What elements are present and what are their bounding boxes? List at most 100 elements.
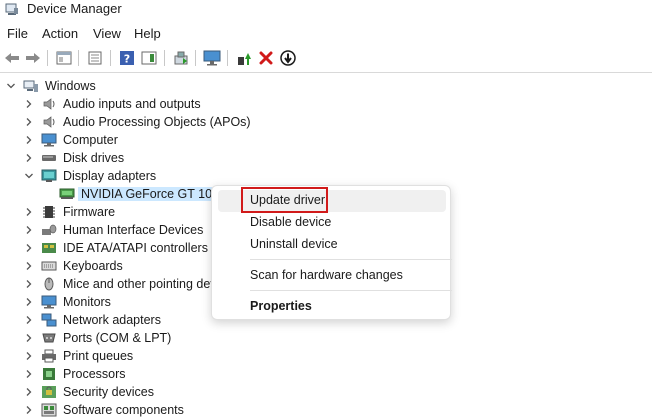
scan-hardware-icon[interactable]: [172, 49, 190, 67]
tree-item-firmware[interactable]: Firmware: [23, 203, 115, 221]
software-component-icon: [41, 403, 57, 417]
menu-action[interactable]: Action: [42, 26, 78, 41]
tree-item-computer[interactable]: Computer: [23, 131, 118, 149]
security-device-icon: [42, 386, 56, 398]
chevron-down-icon[interactable]: [5, 80, 17, 92]
tree-item-network-adapters[interactable]: Network adapters: [23, 311, 161, 329]
menu-separator: [250, 290, 452, 291]
chevron-right-icon[interactable]: [23, 332, 35, 344]
ide-controller-icon: [42, 243, 56, 253]
chevron-right-icon[interactable]: [23, 116, 35, 128]
window-title: Device Manager: [27, 1, 122, 16]
tree-item-label: Computer: [63, 133, 118, 147]
toolbar: ?: [0, 46, 652, 70]
tree-item-processors[interactable]: Processors: [23, 365, 126, 383]
tree-item-label: Print queues: [63, 349, 134, 363]
tree-item-label: Firmware: [63, 205, 116, 219]
chevron-right-icon[interactable]: [23, 206, 35, 218]
chevron-right-icon[interactable]: [23, 404, 35, 416]
tree-item-display-adapters[interactable]: Display adapters: [23, 167, 156, 185]
monitor-icon[interactable]: [203, 49, 221, 67]
tree-item-keyboards[interactable]: Keyboards: [23, 257, 123, 275]
menu-help[interactable]: Help: [134, 26, 161, 41]
keyboard-icon: [41, 261, 57, 271]
toolbar-separator: [227, 50, 228, 66]
chevron-right-icon[interactable]: [23, 296, 35, 308]
tree-item-print-queues[interactable]: Print queues: [23, 347, 133, 365]
chevron-right-icon[interactable]: [23, 224, 35, 236]
update-driver-menu-item[interactable]: Update driver: [250, 193, 325, 207]
tree-item-nvidia-geforce-gt-1030[interactable]: NVIDIA GeForce GT 1030: [59, 185, 229, 203]
toolbar-separator: [78, 50, 79, 66]
processor-icon: [43, 368, 55, 380]
chevron-right-icon[interactable]: [23, 278, 35, 290]
back-icon[interactable]: [3, 49, 21, 67]
uninstall-device-menu-item[interactable]: Uninstall device: [250, 237, 338, 251]
display-adapter-icon: [59, 188, 75, 199]
tree-item-label: Audio Processing Objects (APOs): [63, 115, 251, 129]
tree-item-software-components[interactable]: Software components: [23, 401, 184, 419]
chevron-right-icon[interactable]: [23, 134, 35, 146]
chevron-right-icon[interactable]: [23, 350, 35, 362]
tree-item-label: Audio inputs and outputs: [63, 97, 201, 111]
tree-item-label: NVIDIA GeForce GT 1030: [81, 187, 226, 201]
chevron-right-icon[interactable]: [23, 260, 35, 272]
tree-item-label: Display adapters: [63, 169, 157, 183]
show-hide-tree-icon[interactable]: [55, 49, 73, 67]
tree-item-audio-inputs[interactable]: Audio inputs and outputs: [23, 95, 201, 113]
disable-icon[interactable]: [279, 49, 297, 67]
network-adapter-icon: [41, 313, 57, 327]
tree-item-ports[interactable]: Ports (COM & LPT): [23, 329, 171, 347]
tree-item-label: IDE ATA/ATAPI controllers: [63, 241, 208, 255]
printer-icon: [42, 349, 56, 363]
tree-root-label: Windows: [45, 79, 96, 93]
toolbar-separator: [195, 50, 196, 66]
forward-icon[interactable]: [24, 49, 42, 67]
disable-device-menu-item[interactable]: Disable device: [250, 215, 331, 229]
monitor-icon: [41, 295, 57, 309]
properties-menu-item[interactable]: Properties: [250, 299, 312, 313]
update-driver-icon[interactable]: [235, 49, 253, 67]
title-bar: Device Manager: [0, 0, 652, 20]
tree-item-audio-processing-objects[interactable]: Audio Processing Objects (APOs): [23, 113, 251, 131]
help-icon[interactable]: ?: [118, 49, 136, 67]
chevron-right-icon[interactable]: [23, 314, 35, 326]
tree-item-label: Security devices: [63, 385, 155, 399]
scan-hardware-changes-menu-item[interactable]: Scan for hardware changes: [250, 268, 403, 282]
chevron-down-icon[interactable]: [23, 170, 35, 182]
tree-item-human-interface-devices[interactable]: Human Interface Devices: [23, 221, 203, 239]
chevron-right-icon[interactable]: [23, 242, 35, 254]
tree-item-monitors[interactable]: Monitors: [23, 293, 111, 311]
toolbar-divider: [0, 72, 652, 73]
action-pane-icon[interactable]: [140, 49, 158, 67]
menu-view[interactable]: View: [93, 26, 121, 41]
toolbar-separator: [110, 50, 111, 66]
display-adapter-icon: [41, 169, 57, 182]
tree-item-label: Human Interface Devices: [63, 223, 204, 237]
device-manager-icon: [5, 3, 18, 15]
chevron-right-icon[interactable]: [23, 152, 35, 164]
speaker-icon: [43, 98, 55, 110]
tree-item-label: Network adapters: [63, 313, 161, 327]
menu-file[interactable]: File: [7, 26, 28, 41]
mouse-icon: [44, 277, 54, 291]
tree-item-label: Ports (COM & LPT): [63, 331, 172, 345]
disk-drive-icon: [42, 155, 56, 161]
hid-icon: [42, 224, 57, 235]
properties-icon[interactable]: [86, 49, 104, 67]
chevron-right-icon[interactable]: [23, 386, 35, 398]
tree-item-security-devices[interactable]: Security devices: [23, 383, 154, 401]
menu-separator: [250, 259, 452, 260]
toolbar-separator: [164, 50, 165, 66]
tree-item-label: Mice and other pointing dev: [63, 277, 217, 291]
tree-root[interactable]: Windows: [5, 77, 96, 95]
uninstall-icon[interactable]: [257, 49, 275, 67]
firmware-icon: [43, 206, 55, 218]
tree-item-mice[interactable]: Mice and other pointing dev: [23, 275, 217, 293]
tree-item-disk-drives[interactable]: Disk drives: [23, 149, 124, 167]
tree-item-ide-ata-atapi-controllers[interactable]: IDE ATA/ATAPI controllers: [23, 239, 208, 257]
chevron-right-icon[interactable]: [23, 368, 35, 380]
chevron-right-icon[interactable]: [23, 98, 35, 110]
tree-item-label: Software components: [63, 403, 184, 417]
computer-icon: [23, 80, 38, 92]
